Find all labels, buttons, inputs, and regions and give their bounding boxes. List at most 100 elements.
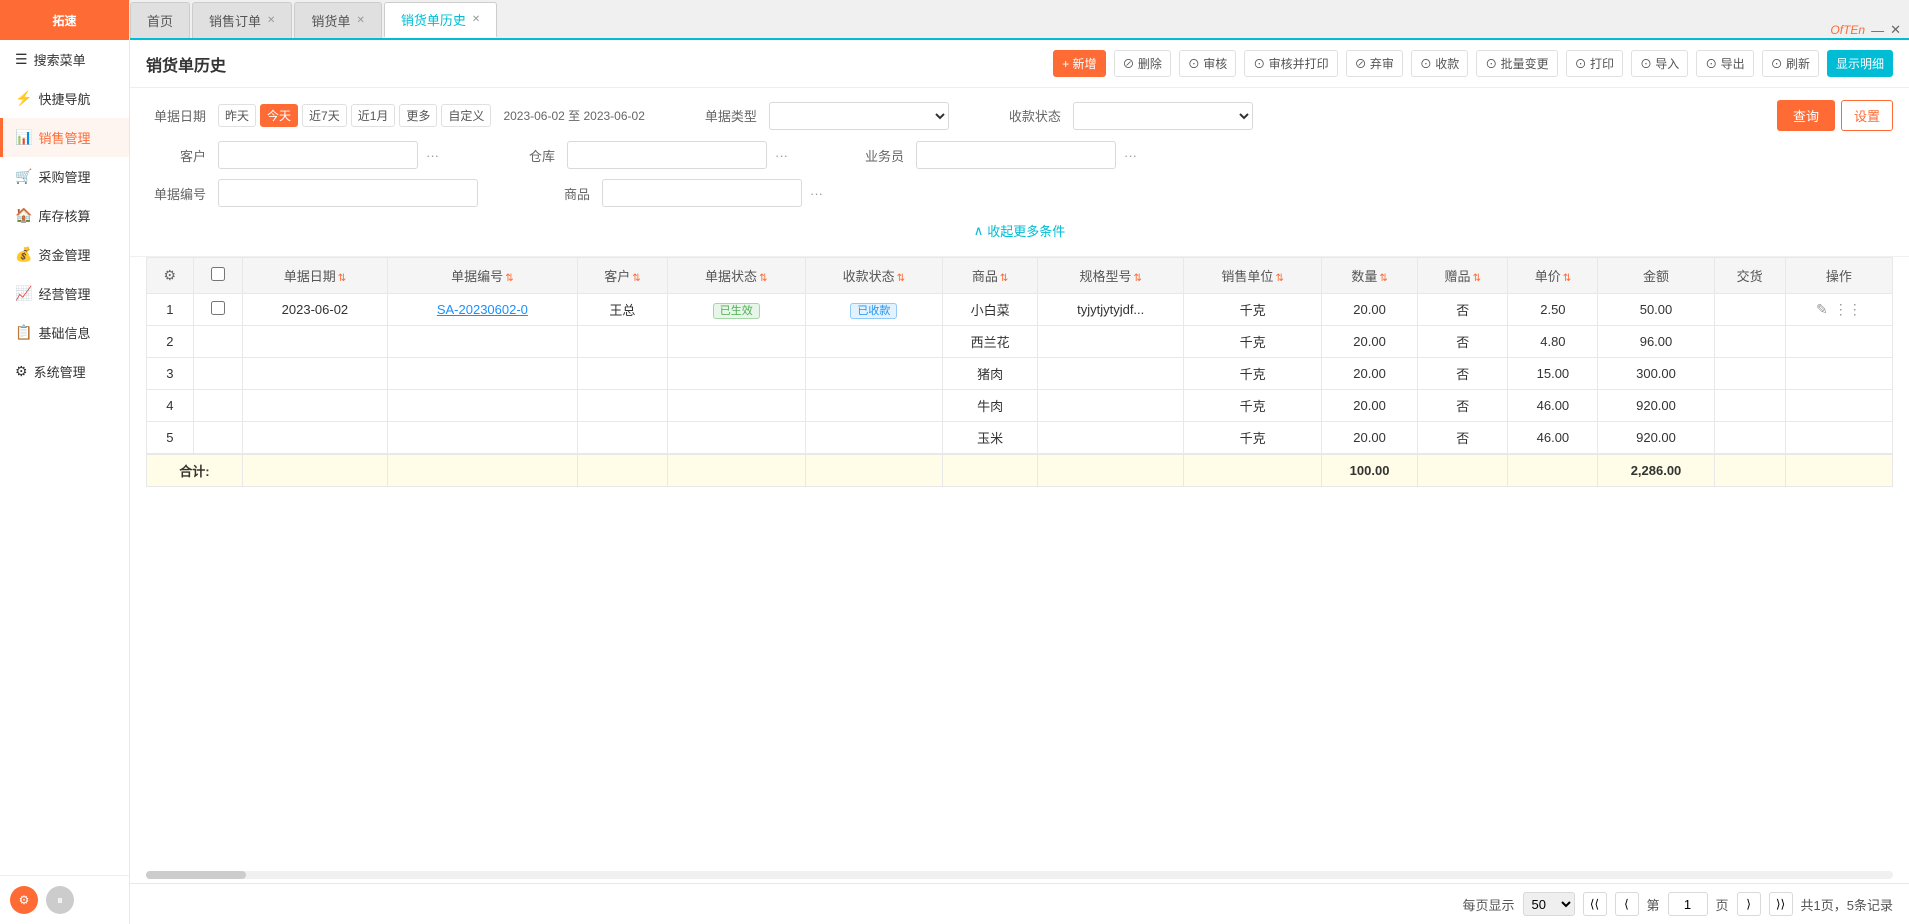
doc-no-link[interactable]: SA-20230602-0	[437, 302, 528, 317]
page-number-input[interactable]	[1668, 892, 1708, 916]
edit-icon[interactable]: ✎	[1816, 301, 1828, 318]
row-amount: 920.00	[1598, 390, 1714, 422]
row-doc-date: 2023-06-02	[242, 294, 387, 326]
col-gear[interactable]: ⚙	[147, 258, 194, 294]
row-check[interactable]	[193, 422, 242, 455]
col-qty[interactable]: 数量⇅	[1321, 258, 1417, 294]
business-input[interactable]	[916, 141, 1116, 169]
customer-ellipsis[interactable]: ···	[422, 148, 443, 163]
sidebar-item-ops-mgmt[interactable]: 📈 经营管理	[0, 274, 129, 313]
collapse-icon: ∧	[974, 223, 984, 239]
audit-print-button[interactable]: ⊙ 审核并打印	[1244, 50, 1337, 77]
date-btn-1month[interactable]: 近1月	[351, 104, 396, 127]
sidebar-item-purchase-mgmt[interactable]: 🛒 采购管理	[0, 157, 129, 196]
scrollbar-thumb[interactable]	[146, 871, 246, 879]
tab-sales-order-close[interactable]: ✕	[267, 15, 275, 26]
warehouse-input[interactable]	[567, 141, 767, 169]
sidebar-item-sales-mgmt[interactable]: 📊 销售管理	[0, 118, 129, 157]
page-prev-btn[interactable]: ⟨	[1615, 892, 1639, 916]
col-customer[interactable]: 客户⇅	[577, 258, 667, 294]
row-num: 5	[147, 422, 194, 455]
row-checkbox[interactable]	[211, 301, 225, 315]
col-goods[interactable]: 商品⇅	[943, 258, 1038, 294]
gear-icon: ⚙	[164, 267, 177, 283]
more-icon[interactable]: ⋮⋮	[1834, 301, 1862, 318]
goods-input[interactable]	[602, 179, 802, 207]
row-check[interactable]	[193, 326, 242, 358]
collect-status-label: 收款状态	[1001, 106, 1061, 125]
col-doc-date[interactable]: 单据日期⇅	[242, 258, 387, 294]
row-check[interactable]	[193, 390, 242, 422]
sidebar-item-search-menu[interactable]: ☰ 搜索菜单	[0, 40, 129, 79]
goods-ellipsis[interactable]: ···	[806, 186, 827, 201]
show-detail-button[interactable]: 显示明细	[1827, 50, 1893, 77]
col-transaction[interactable]: 交货	[1714, 258, 1785, 294]
date-btn-today[interactable]: 今天	[260, 104, 298, 127]
row-gift: 否	[1418, 358, 1508, 390]
tab-sales-order[interactable]: 销售订单 ✕	[192, 2, 292, 38]
date-btn-7days[interactable]: 近7天	[302, 104, 347, 127]
abandon-button[interactable]: ⊘ 弃审	[1346, 50, 1403, 77]
page-size-select[interactable]: 50 100	[1523, 892, 1575, 916]
import-button[interactable]: ⊙ 导入	[1631, 50, 1688, 77]
row-doc-no[interactable]	[387, 358, 577, 390]
col-gift[interactable]: 赠品⇅	[1418, 258, 1508, 294]
col-doc-status[interactable]: 单据状态⇅	[667, 258, 805, 294]
business-ellipsis[interactable]: ···	[1120, 148, 1141, 163]
warehouse-ellipsis[interactable]: ···	[771, 148, 792, 163]
col-collect-status[interactable]: 收款状态⇅	[805, 258, 943, 294]
col-sale-unit[interactable]: 销售单位⇅	[1184, 258, 1322, 294]
date-btn-custom[interactable]: 自定义	[441, 104, 491, 127]
refresh-button[interactable]: ⊙ 刷新	[1762, 50, 1819, 77]
col-doc-no[interactable]: 单据编号⇅	[387, 258, 577, 294]
customer-input[interactable]	[218, 141, 418, 169]
row-action	[1785, 390, 1892, 422]
col-unit-price[interactable]: 单价⇅	[1508, 258, 1598, 294]
sidebar-item-quick-nav[interactable]: ⚡ 快捷导航	[0, 79, 129, 118]
window-close[interactable]: ✕	[1890, 22, 1901, 38]
col-amount[interactable]: 金额	[1598, 258, 1714, 294]
sidebar-bottom-btn-1[interactable]: ⚙	[10, 886, 38, 914]
date-btn-yesterday[interactable]: 昨天	[218, 104, 256, 127]
row-doc-no[interactable]	[387, 422, 577, 455]
horizontal-scrollbar[interactable]	[146, 871, 1893, 879]
tab-sales-history[interactable]: 销货单历史 ✕	[384, 2, 497, 38]
batch-button[interactable]: ⊙ 批量变更	[1476, 50, 1557, 77]
col-spec[interactable]: 规格型号⇅	[1038, 258, 1184, 294]
query-button[interactable]: 查询	[1777, 100, 1835, 131]
print-button[interactable]: ⊙ 打印	[1566, 50, 1623, 77]
row-collect-status: 已收款	[805, 294, 943, 326]
tab-sales-goods[interactable]: 销货单 ✕	[294, 2, 381, 38]
sidebar-item-finance-mgmt[interactable]: 💰 资金管理	[0, 235, 129, 274]
export-button[interactable]: ⊙ 导出	[1696, 50, 1753, 77]
page-next-btn[interactable]: ⟩	[1737, 892, 1761, 916]
sidebar-item-sys-mgmt[interactable]: ⚙ 系统管理	[0, 352, 129, 391]
tab-sales-goods-close[interactable]: ✕	[356, 15, 364, 26]
tab-home[interactable]: 首页	[130, 2, 190, 38]
page-last-btn[interactable]: ⟩⟩	[1769, 892, 1793, 916]
date-btn-more[interactable]: 更多	[399, 104, 437, 127]
row-check[interactable]	[193, 358, 242, 390]
type-select[interactable]	[769, 102, 949, 130]
collect-status-select[interactable]	[1073, 102, 1253, 130]
settings-button[interactable]: 设置	[1841, 100, 1893, 131]
row-doc-no[interactable]	[387, 390, 577, 422]
row-doc-no[interactable]: SA-20230602-0	[387, 294, 577, 326]
doc-no-input[interactable]	[218, 179, 478, 207]
row-check[interactable]	[193, 294, 242, 326]
col-check[interactable]	[193, 258, 242, 294]
select-all-checkbox[interactable]	[211, 267, 225, 281]
collapse-button[interactable]: ∧ 收起更多条件	[146, 217, 1893, 244]
new-button[interactable]: + 新增	[1053, 50, 1105, 77]
collect-button[interactable]: ⊙ 收款	[1411, 50, 1468, 77]
page-label-post: 页	[1716, 895, 1729, 914]
sidebar-item-base-info[interactable]: 📋 基础信息	[0, 313, 129, 352]
row-doc-no[interactable]	[387, 326, 577, 358]
audit-button[interactable]: ⊙ 审核	[1179, 50, 1236, 77]
window-minimize[interactable]: —	[1871, 23, 1884, 38]
tab-sales-history-close[interactable]: ✕	[472, 14, 480, 25]
sidebar-bottom-btn-2[interactable]: ⏸	[46, 886, 74, 914]
sidebar-item-inventory-calc[interactable]: 🏠 库存核算	[0, 196, 129, 235]
delete-button[interactable]: ⊘ 删除	[1114, 50, 1171, 77]
page-first-btn[interactable]: ⟨⟨	[1583, 892, 1607, 916]
